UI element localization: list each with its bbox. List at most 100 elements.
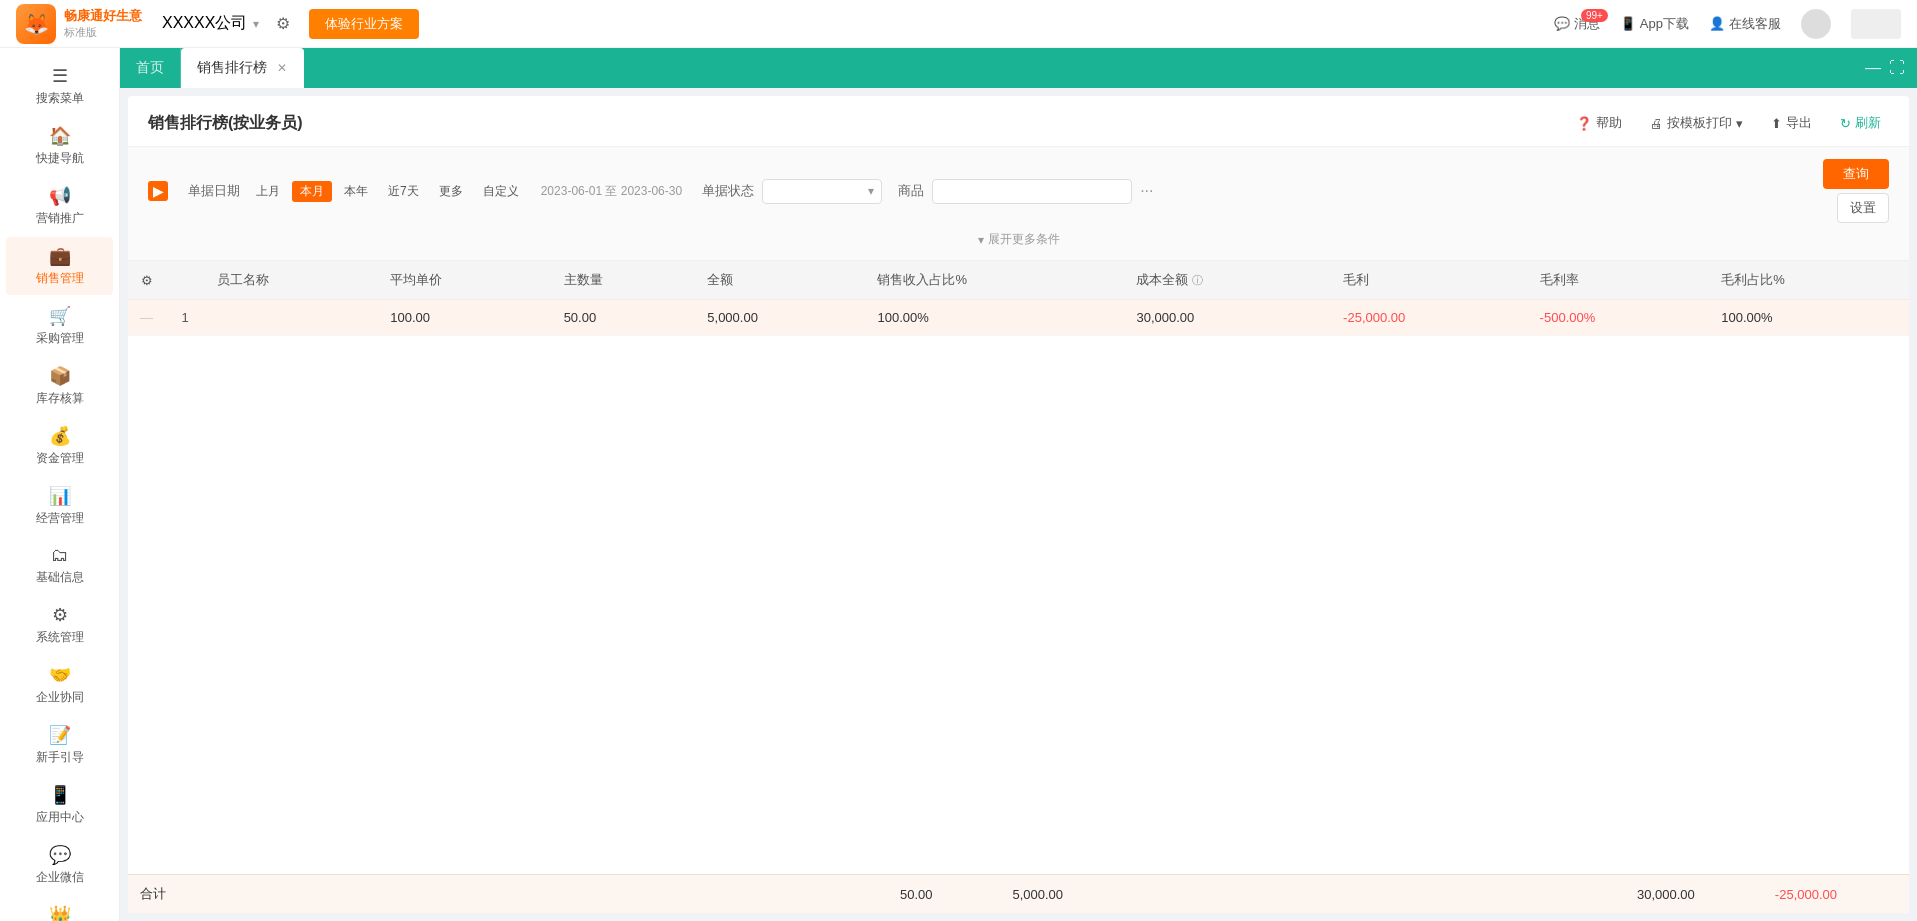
col-cost: 成本全额 ⓘ	[1124, 261, 1331, 300]
date-tab-7days[interactable]: 近7天	[380, 181, 427, 202]
basic-info-icon: 🗂	[51, 545, 69, 566]
goods-more-icon[interactable]: ···	[1140, 182, 1153, 200]
filter-settings-button[interactable]: 设置	[1837, 193, 1889, 223]
sidebar-item-enterprise-wechat[interactable]: 💬 企业微信	[6, 836, 113, 894]
footer-quantity: 50.00	[900, 887, 933, 902]
message-item[interactable]: 💬 消息 99+	[1554, 15, 1600, 33]
sidebar-item-basic-info[interactable]: 🗂 基础信息	[6, 537, 113, 594]
filter-actions: 查询 设置	[1823, 159, 1889, 223]
expand-more-row: ▾ 展开更多条件	[148, 231, 1889, 248]
online-support-item[interactable]: 👤 在线客服	[1709, 15, 1781, 33]
member-icon: 👑	[49, 904, 71, 921]
app-center-icon: 📱	[49, 784, 71, 806]
sidebar-item-operations[interactable]: 📊 经营管理	[6, 477, 113, 535]
date-tab-more[interactable]: 更多	[431, 181, 471, 202]
app-name: 畅康通好生意	[64, 8, 142, 24]
message-badge: 99+	[1581, 9, 1608, 22]
sidebar-item-purchase[interactable]: 🛒 采购管理	[6, 297, 113, 355]
expand-filter-icon[interactable]: ▶	[148, 181, 168, 201]
page-title: 销售排行榜(按业务员)	[148, 113, 303, 134]
sidebar: ☰ 搜索菜单 🏠 快捷导航 📢 营销推广 💼 销售管理 🛒 采购管理 📦 库存核…	[0, 48, 120, 921]
sidebar-item-label: 销售管理	[36, 270, 84, 287]
print-button[interactable]: 🖨 按模板打印 ▾	[1642, 110, 1751, 136]
tab-bar: 首页 销售排行榜 ✕ — ⛶	[120, 48, 1917, 88]
expand-more-button[interactable]: ▾ 展开更多条件	[978, 231, 1060, 248]
sidebar-item-label: 经营管理	[36, 510, 84, 527]
chevron-down-icon[interactable]: ▾	[253, 17, 259, 31]
sidebar-item-quick-nav[interactable]: 🏠 快捷导航	[6, 117, 113, 175]
sidebar-item-label: 基础信息	[36, 569, 84, 586]
fullscreen-icon[interactable]: ⛶	[1889, 59, 1905, 77]
sidebar-item-label: 搜索菜单	[36, 90, 84, 107]
sidebar-item-label: 采购管理	[36, 330, 84, 347]
avatar-2[interactable]	[1851, 9, 1901, 39]
expand-more-chevron-icon: ▾	[978, 233, 984, 247]
date-tab-this-year[interactable]: 本年	[336, 181, 376, 202]
export-button[interactable]: ⬆ 导出	[1763, 110, 1820, 136]
sidebar-item-label: 企业微信	[36, 869, 84, 886]
top-header: 🦊 畅康通好生意 标准版 XXXXX公司 ▾ ⚙ 体验行业方案 💬 消息 99+…	[0, 0, 1917, 48]
tab-home[interactable]: 首页	[120, 48, 181, 88]
goods-input[interactable]	[932, 179, 1132, 204]
date-label: 单据日期	[188, 182, 240, 200]
cell-avg-price: 100.00	[378, 300, 551, 336]
filter-group-date: 单据日期 上月 本月 本年 近7天 更多 自定义 2023-06-01 至 20…	[188, 181, 682, 202]
print-icon: 🖨	[1650, 116, 1663, 131]
cell-gross: -25,000.00	[1331, 300, 1528, 336]
help-button[interactable]: ❓ 帮助	[1568, 110, 1630, 136]
cell-amount: 5,000.00	[695, 300, 865, 336]
col-settings[interactable]: ⚙	[128, 261, 165, 300]
company-selector[interactable]: XXXXX公司 ▾	[162, 13, 259, 34]
date-tab-this-month[interactable]: 本月	[292, 181, 332, 202]
date-tab-custom[interactable]: 自定义	[475, 181, 527, 202]
trial-button[interactable]: 体验行业方案	[309, 9, 419, 39]
sidebar-item-sales[interactable]: 💼 销售管理	[6, 237, 113, 295]
filter-group-status: 单据状态 ▾	[702, 179, 878, 204]
sales-rank-table: ⚙ 员工名称 平均单价 主数量 全额 销售收入占比% 成本全额 ⓘ 毛利 毛利率…	[128, 261, 1909, 336]
avatar[interactable]	[1801, 9, 1831, 39]
system-icon: ⚙	[52, 604, 68, 626]
filter-row-1: ▶ 单据日期 上月 本月 本年 近7天 更多 自定义 2023-06-01 至 …	[148, 159, 1889, 223]
sidebar-item-app-center[interactable]: 📱 应用中心	[6, 776, 113, 834]
status-select-wrapper[interactable]	[762, 179, 882, 204]
filter-area: ▶ 单据日期 上月 本月 本年 近7天 更多 自定义 2023-06-01 至 …	[128, 147, 1909, 261]
app-download-item[interactable]: 📱 App下载	[1620, 15, 1689, 33]
sidebar-item-finance[interactable]: 💰 资金管理	[6, 417, 113, 475]
cell-rank: 1	[165, 300, 205, 336]
sidebar-item-label: 营销推广	[36, 210, 84, 227]
table-header: ⚙ 员工名称 平均单价 主数量 全额 销售收入占比% 成本全额 ⓘ 毛利 毛利率…	[128, 261, 1909, 300]
refresh-button[interactable]: ↻ 刷新	[1832, 110, 1889, 136]
cell-cost: 30,000.00	[1124, 300, 1331, 336]
sidebar-item-member[interactable]: 👑 畅会员	[6, 896, 113, 921]
cell-quantity: 50.00	[552, 300, 696, 336]
status-select[interactable]	[762, 179, 882, 204]
col-quantity: 主数量	[552, 261, 696, 300]
date-tab-last-month[interactable]: 上月	[248, 181, 288, 202]
quick-nav-icon: 🏠	[49, 125, 71, 147]
cell-gross-rate: -500.00%	[1528, 300, 1710, 336]
guide-icon: 📝	[49, 724, 71, 746]
sidebar-item-label: 库存核算	[36, 390, 84, 407]
enterprise-collab-icon: 🤝	[49, 664, 71, 686]
finance-icon: 💰	[49, 425, 71, 447]
operations-icon: 📊	[49, 485, 71, 507]
support-icon: 👤	[1709, 16, 1725, 31]
settings-icon[interactable]: ⚙	[269, 10, 297, 38]
tab-sales-rank[interactable]: 销售排行榜 ✕	[181, 48, 304, 88]
sidebar-item-system[interactable]: ⚙ 系统管理	[6, 596, 113, 654]
home-tab-label: 首页	[136, 59, 164, 77]
sales-icon: 💼	[49, 245, 71, 267]
main-layout: ☰ 搜索菜单 🏠 快捷导航 📢 营销推广 💼 销售管理 🛒 采购管理 📦 库存核…	[0, 48, 1917, 921]
col-amount: 全额	[695, 261, 865, 300]
sidebar-item-marketing[interactable]: 📢 营销推广	[6, 177, 113, 235]
sidebar-item-inventory[interactable]: 📦 库存核算	[6, 357, 113, 415]
tab-close-icon[interactable]: ✕	[277, 61, 287, 75]
query-button[interactable]: 查询	[1823, 159, 1889, 189]
sidebar-item-label: 系统管理	[36, 629, 84, 646]
minimize-icon[interactable]: —	[1865, 59, 1881, 77]
sidebar-item-guide[interactable]: 📝 新手引导	[6, 716, 113, 774]
page-actions: ❓ 帮助 🖨 按模板打印 ▾ ⬆ 导出 ↻ 刷新	[1568, 110, 1889, 136]
sidebar-item-search-order[interactable]: ☰ 搜索菜单	[6, 57, 113, 115]
online-support-label: 在线客服	[1729, 15, 1781, 33]
sidebar-item-enterprise-collab[interactable]: 🤝 企业协同	[6, 656, 113, 714]
